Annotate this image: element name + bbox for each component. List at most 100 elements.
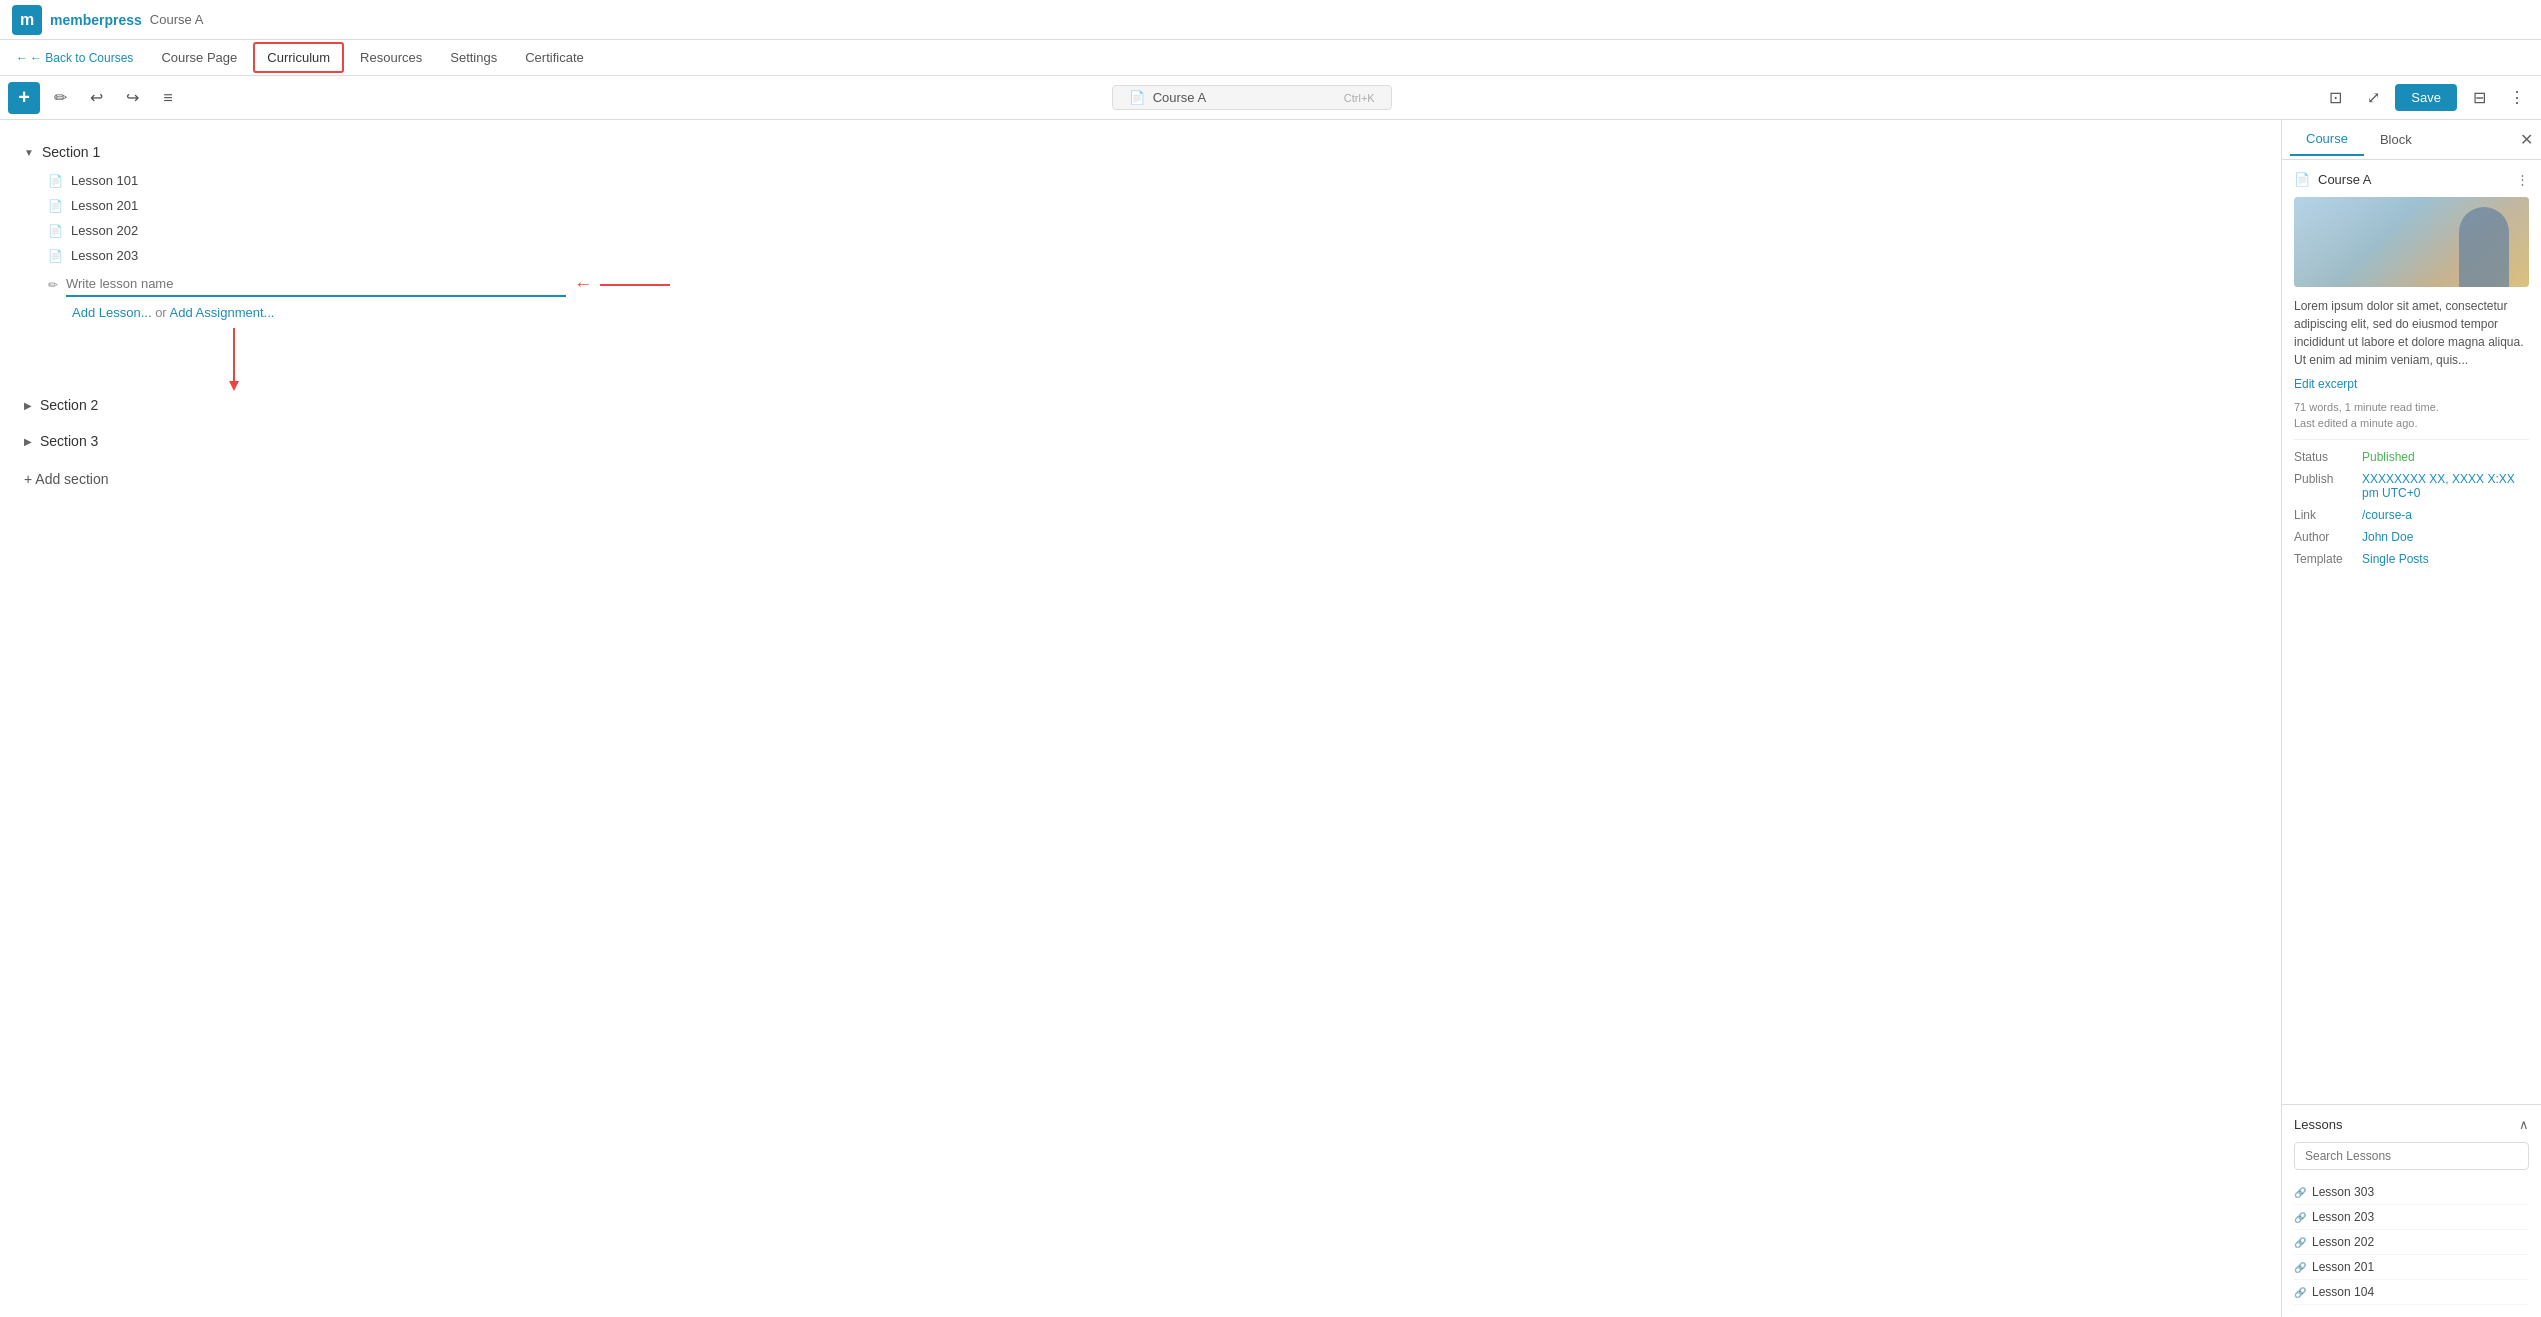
logo-area: m memberpress Course A (12, 5, 203, 35)
back-to-courses-link[interactable]: ← ← Back to Courses (16, 51, 133, 65)
lesson-list-item-203: 🔗 Lesson 203 (2294, 1205, 2529, 1230)
person-shape (2459, 207, 2509, 287)
top-bar: m memberpress Course A (0, 0, 2541, 40)
curriculum-editor: ▼ Section 1 📄 Lesson 101 📄 Lesson 201 📄 … (0, 120, 2281, 1317)
author-row: Author John Doe (2294, 530, 2529, 544)
lesson-202-item: 📄 Lesson 202 (48, 218, 2257, 243)
add-section-row[interactable]: + Add section (24, 463, 2257, 495)
link-icon: 🔗 (2294, 1237, 2306, 1248)
add-lesson-row: Add Lesson... or Add Assignment... (72, 305, 2257, 320)
author-value[interactable]: John Doe (2362, 530, 2413, 544)
red-arrow-indicator: ← (574, 274, 592, 295)
list-icon: ≡ (163, 89, 172, 107)
link-icon: 🔗 (2294, 1187, 2306, 1198)
close-icon: ✕ (2520, 131, 2533, 148)
settings-button[interactable]: ⊟ (2463, 82, 2495, 114)
panel-close-button[interactable]: ✕ (2520, 130, 2533, 149)
author-label: Author (2294, 530, 2354, 544)
section-2-label: Section 2 (40, 397, 98, 413)
word-count-text: 71 words, 1 minute read time. (2294, 401, 2529, 413)
list-view-button[interactable]: ≡ (152, 82, 184, 114)
course-description: Lorem ipsum dolor sit amet, consectetur … (2294, 297, 2529, 369)
section-3-label: Section 3 (40, 433, 98, 449)
status-value: Published (2362, 450, 2415, 464)
panel-tab-course[interactable]: Course (2290, 123, 2364, 156)
add-block-button[interactable]: + (8, 82, 40, 114)
tab-resources[interactable]: Resources (348, 44, 434, 71)
section-1-header[interactable]: ▼ Section 1 (24, 140, 2257, 164)
add-section-label: + Add section (24, 471, 108, 487)
main-layout: ▼ Section 1 📄 Lesson 101 📄 Lesson 201 📄 … (0, 120, 2541, 1317)
section-1-label: Section 1 (42, 144, 100, 160)
lesson-doc-icon: 📄 (48, 224, 63, 238)
lesson-202-label: Lesson 202 (71, 223, 138, 238)
document-title[interactable]: 📄 Course A Ctrl+K (1112, 85, 1392, 110)
lesson-201-item: 📄 Lesson 201 (48, 193, 2257, 218)
panel-divider (2294, 439, 2529, 440)
tab-curriculum[interactable]: Curriculum (253, 42, 344, 73)
course-doc-icon: 📄 (2294, 172, 2310, 187)
link-icon: 🔗 (2294, 1262, 2306, 1273)
red-vertical-arrow (233, 328, 235, 383)
external-link-button[interactable]: ⤢ (2357, 82, 2389, 114)
course-name-top: Course A (150, 12, 203, 27)
undo-button[interactable]: ↩ (80, 82, 112, 114)
add-lesson-link[interactable]: Add Lesson... (72, 305, 152, 320)
template-row: Template Single Posts (2294, 552, 2529, 566)
tab-certificate[interactable]: Certificate (513, 44, 596, 71)
red-vertical-arrow-container (233, 328, 2257, 383)
lesson-101-item: 📄 Lesson 101 (48, 168, 2257, 193)
section-3-header[interactable]: ▶ Section 3 (24, 427, 2257, 455)
publish-label: Publish (2294, 472, 2354, 500)
last-edited-text: Last edited a minute ago. (2294, 417, 2529, 429)
edit-icon-small: ✏ (48, 278, 58, 292)
status-label: Status (2294, 450, 2354, 464)
more-dots-button[interactable]: ⋮ (2516, 172, 2529, 187)
title-text: Course A (1153, 90, 1206, 105)
logo-name: memberpress (50, 12, 142, 28)
pencil-button[interactable]: ✏ (44, 82, 76, 114)
tab-settings[interactable]: Settings (438, 44, 509, 71)
redo-icon: ↪ (126, 88, 139, 107)
status-row: Status Published (2294, 450, 2529, 464)
add-assignment-link[interactable]: Add Assignment... (170, 305, 275, 320)
link-label: Link (2294, 508, 2354, 522)
toolbar-right: ⊡ ⤢ Save ⊟ ⋮ (2319, 82, 2533, 114)
settings-icon: ⊟ (2473, 88, 2486, 107)
lesson-201-label: Lesson 201 (71, 198, 138, 213)
new-lesson-row: ✏ ← (48, 272, 2257, 297)
save-button[interactable]: Save (2395, 84, 2457, 111)
lesson-list-item-201: 🔗 Lesson 201 (2294, 1255, 2529, 1280)
panel-tab-block[interactable]: Block (2364, 124, 2428, 155)
more-options-button[interactable]: ⋮ (2501, 82, 2533, 114)
edit-excerpt-link[interactable]: Edit excerpt (2294, 377, 2529, 391)
doc-icon: 📄 (1129, 90, 1145, 105)
lesson-201-list-label: Lesson 201 (2312, 1260, 2374, 1274)
right-panel: Course Block ✕ 📄 Course A ⋮ Lorem ipsum … (2281, 120, 2541, 1317)
view-button[interactable]: ⊡ (2319, 82, 2351, 114)
tab-course-page[interactable]: Course Page (149, 44, 249, 71)
arrow-down-head (229, 381, 239, 391)
lessons-collapse-button[interactable]: ∧ (2519, 1117, 2529, 1132)
template-label: Template (2294, 552, 2354, 566)
redo-button[interactable]: ↪ (116, 82, 148, 114)
pencil-icon: ✏ (54, 88, 67, 107)
section-3-toggle-icon: ▶ (24, 436, 32, 447)
lesson-202-list-label: Lesson 202 (2312, 1235, 2374, 1249)
lesson-name-input[interactable] (66, 272, 566, 297)
panel-tabs: Course Block ✕ (2282, 120, 2541, 160)
lesson-203-label: Lesson 203 (71, 248, 138, 263)
template-value[interactable]: Single Posts (2362, 552, 2429, 566)
lesson-203-list-label: Lesson 203 (2312, 1210, 2374, 1224)
lesson-101-label: Lesson 101 (71, 173, 138, 188)
lesson-doc-icon: 📄 (48, 199, 63, 213)
link-value[interactable]: /course-a (2362, 508, 2412, 522)
lesson-list-item-104: 🔗 Lesson 104 (2294, 1280, 2529, 1305)
section-2-header[interactable]: ▶ Section 2 (24, 391, 2257, 419)
search-lessons-input[interactable] (2294, 1142, 2529, 1170)
red-line-indicator (600, 284, 670, 286)
external-icon: ⤢ (2367, 88, 2380, 107)
undo-icon: ↩ (90, 88, 103, 107)
more-icon: ⋮ (2509, 88, 2525, 107)
publish-value[interactable]: XXXXXXXX XX, XXXX X:XX pm UTC+0 (2362, 472, 2529, 500)
